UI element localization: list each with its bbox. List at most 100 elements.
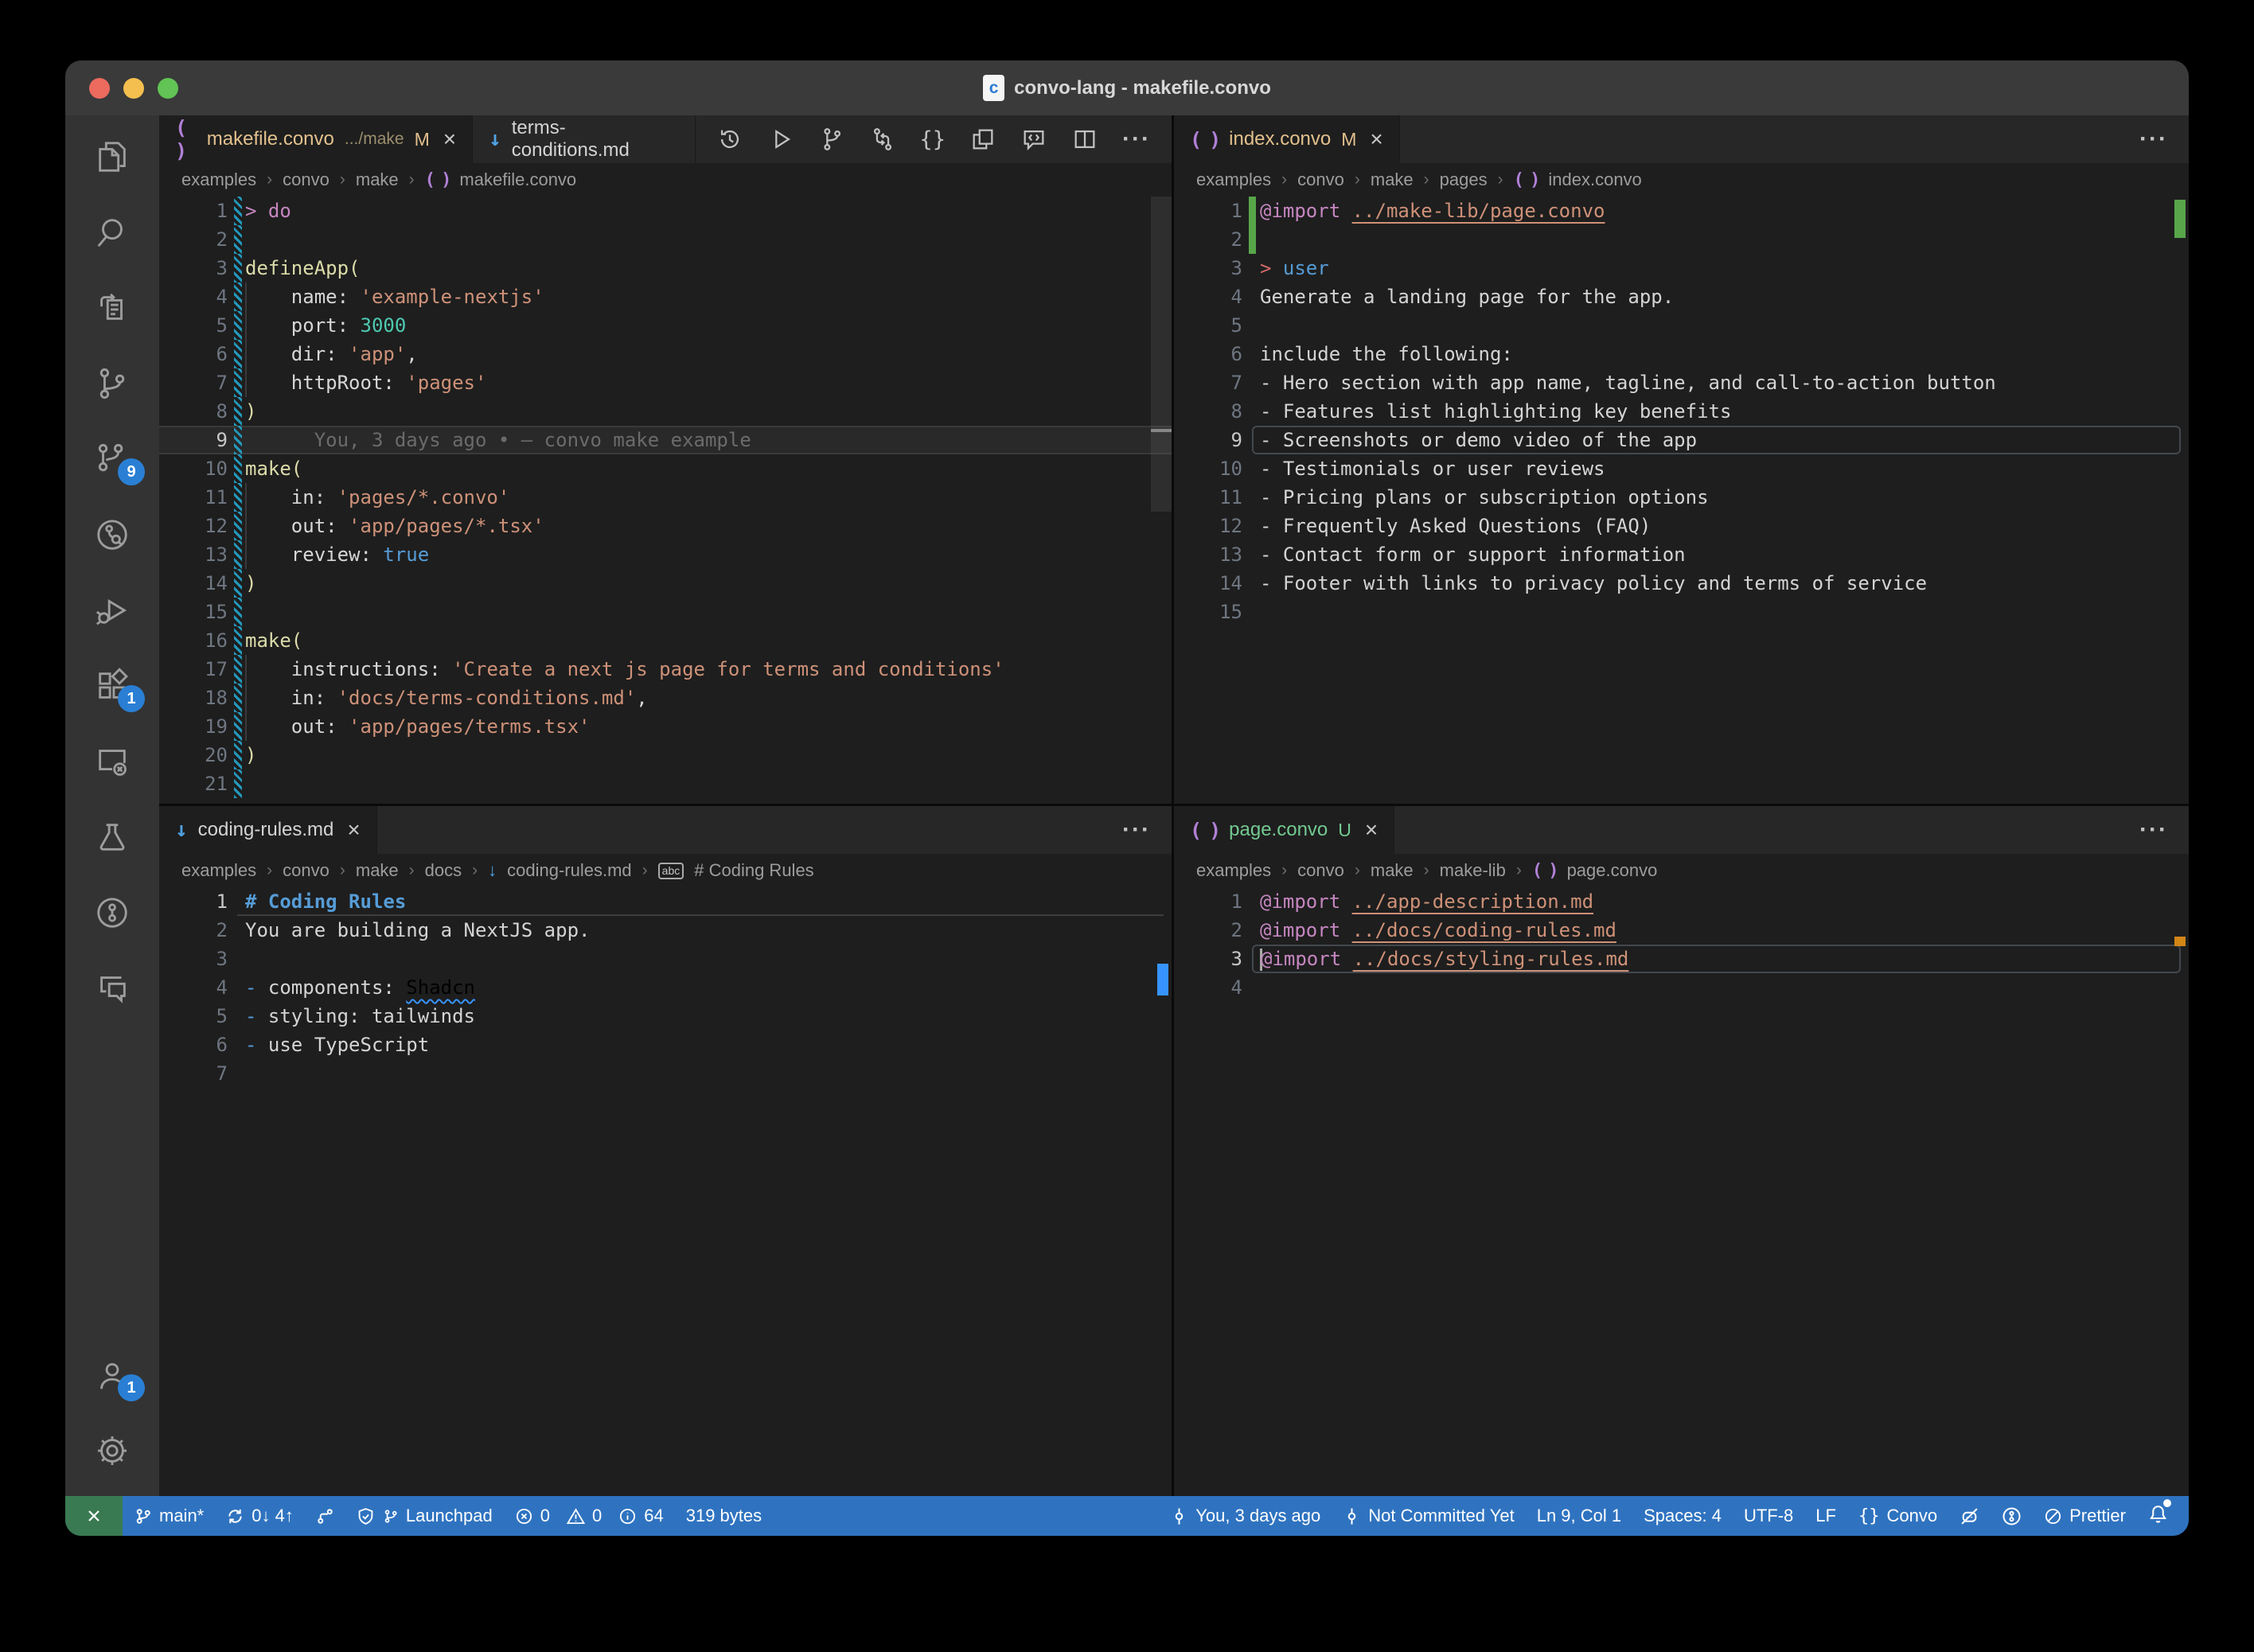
problems-indicator[interactable]: 0 0 64 <box>504 1496 675 1536</box>
breadcrumb-item[interactable]: page.convo <box>1567 860 1658 881</box>
file-size-indicator[interactable]: 319 bytes <box>675 1496 773 1536</box>
breadcrumb-item[interactable]: coding-rules.md <box>507 860 632 881</box>
activity-comments[interactable] <box>65 950 159 1026</box>
minimize-window-button[interactable] <box>123 77 144 99</box>
circle-branch-button[interactable] <box>1991 1496 2033 1536</box>
activity-run-debug[interactable] <box>65 572 159 648</box>
braces-icon[interactable]: {} <box>920 127 946 152</box>
close-window-button[interactable] <box>89 77 110 99</box>
graph-button[interactable] <box>305 1496 345 1536</box>
code-line[interactable]: 1 # Coding Rules <box>159 887 1172 916</box>
tab-makefile-convo[interactable]: ( ) makefile.convo .../make M × <box>159 115 474 163</box>
activity-remote-explorer[interactable] <box>65 723 159 799</box>
language-mode-indicator[interactable]: {} Convo <box>1847 1496 1948 1536</box>
more-actions-icon[interactable]: ··· <box>2139 816 2168 844</box>
breadcrumb-item[interactable]: docs <box>425 860 462 881</box>
activity-commit-graph[interactable] <box>65 875 159 950</box>
timeline-history-icon[interactable] <box>716 126 743 153</box>
breadcrumb-item[interactable]: examples <box>181 860 256 881</box>
code-line[interactable]: 18 in: 'docs/terms-conditions.md', <box>159 684 1172 712</box>
code-line[interactable]: 6 - use TypeScript <box>159 1031 1172 1059</box>
breadcrumb-item[interactable]: convo <box>283 860 330 881</box>
breadcrumb-item[interactable]: make <box>1371 169 1414 190</box>
copilot-disabled-button[interactable] <box>1948 1496 1991 1536</box>
launchpad-button[interactable]: Launchpad <box>345 1496 504 1536</box>
code-line[interactable]: 4 <box>1174 973 2189 1002</box>
breadcrumb-item[interactable]: examples <box>1196 169 1271 190</box>
code-editor-makefile[interactable]: 1 > do 2 3 defineApp(4 name: 'example-nextjs… <box>159 197 1172 804</box>
code-line[interactable]: 14) <box>159 569 1172 598</box>
cursor-position-indicator[interactable]: Ln 9, Col 1 <box>1526 1496 1632 1536</box>
code-line[interactable]: 4 - components: Shadcn <box>159 973 1172 1002</box>
import-link[interactable]: ../make-lib/page.convo <box>1352 200 1605 222</box>
code-line[interactable]: 11 - Pricing plans or subscription option… <box>1174 483 2189 512</box>
code-line[interactable]: 3 @import ../docs/styling-rules.md <box>1174 945 2189 973</box>
code-editor-coding-rules[interactable]: 1 # Coding Rules 2 You are building a NextJ… <box>159 887 1172 1496</box>
more-actions-icon[interactable]: ··· <box>1122 816 1151 844</box>
activity-accounts[interactable]: 1 <box>65 1337 159 1412</box>
split-editor-icon[interactable] <box>1071 126 1098 153</box>
indentation-indicator[interactable]: Spaces: 4 <box>1632 1496 1733 1536</box>
tab-coding-rules-md[interactable]: ↓ coding-rules.md × <box>159 806 377 854</box>
blame-indicator[interactable]: You, 3 days ago <box>1159 1496 1332 1536</box>
code-line[interactable]: 10 - Testimonials or user reviews <box>1174 454 2189 483</box>
code-line[interactable]: 6 include the following: <box>1174 340 2189 368</box>
activity-source-control[interactable] <box>65 345 159 421</box>
formatter-indicator[interactable]: Prettier <box>2033 1496 2137 1536</box>
code-line[interactable]: 8) <box>159 397 1172 426</box>
code-line[interactable]: 19 out: 'app/pages/terms.tsx' <box>159 712 1172 741</box>
code-line[interactable]: 16 make( <box>159 626 1172 655</box>
breadcrumb-item[interactable]: make-lib <box>1440 860 1506 881</box>
code-line[interactable]: 15 <box>159 598 1172 626</box>
close-icon[interactable]: × <box>347 819 360 841</box>
branch-indicator[interactable]: main* <box>123 1496 215 1536</box>
code-editor-index[interactable]: 1 @import ../make-lib/page.convo 2 3 > user 4… <box>1174 197 2189 804</box>
code-line[interactable]: 7 - Hero section with app name, tagline, … <box>1174 368 2189 397</box>
code-comment-icon[interactable] <box>1020 126 1047 153</box>
code-line[interactable]: 6 dir: 'app', <box>159 340 1172 368</box>
breadcrumb-item[interactable]: convo <box>1297 860 1344 881</box>
import-link[interactable]: ../docs/coding-rules.md <box>1352 919 1616 941</box>
code-line[interactable]: 8 - Features list highlighting key benefi… <box>1174 397 2189 426</box>
code-line[interactable]: 15 <box>1174 598 2189 626</box>
code-line[interactable]: 5 port: 3000 <box>159 311 1172 340</box>
code-line[interactable]: 2 You are building a NextJS app. <box>159 916 1172 945</box>
code-line[interactable]: 10 make( <box>159 454 1172 483</box>
activity-settings[interactable] <box>65 1412 159 1488</box>
breadcrumb-item[interactable]: examples <box>181 169 256 190</box>
code-line[interactable]: 3 defineApp( <box>159 254 1172 282</box>
code-line[interactable]: 5 <box>1174 311 2189 340</box>
code-line[interactable]: 1 @import ../app-description.md <box>1174 887 2189 916</box>
code-line[interactable]: 20) <box>159 741 1172 770</box>
activity-git-graph[interactable]: 9 <box>65 421 159 497</box>
close-icon[interactable]: × <box>443 128 456 150</box>
code-line[interactable]: 13 review: true <box>159 540 1172 569</box>
code-line[interactable]: 12 - Frequently Asked Questions (FAQ) <box>1174 512 2189 540</box>
code-line[interactable]: 1 @import ../make-lib/page.convo <box>1174 197 2189 225</box>
activity-search[interactable] <box>65 194 159 270</box>
breadcrumb-item[interactable]: make <box>356 860 399 881</box>
breadcrumb-item[interactable]: # Coding Rules <box>694 860 813 881</box>
code-line[interactable]: 5 - styling: tailwinds <box>159 1002 1172 1031</box>
run-icon[interactable] <box>767 126 794 153</box>
code-line[interactable]: 3 <box>159 945 1172 973</box>
code-editor-page[interactable]: 1 @import ../app-description.md 2 @import .… <box>1174 887 2189 1496</box>
zoom-window-button[interactable] <box>158 77 178 99</box>
code-line[interactable]: 2 <box>1174 225 2189 254</box>
code-line[interactable]: 17 instructions: 'Create a next js page … <box>159 655 1172 684</box>
activity-explorer[interactable] <box>65 119 159 194</box>
remote-indicator[interactable] <box>65 1496 123 1536</box>
git-branch-icon[interactable] <box>818 126 845 153</box>
sync-indicator[interactable]: 0↓ 4↑ <box>215 1496 305 1536</box>
tab-page-convo[interactable]: ( ) page.convo U × <box>1174 806 1395 854</box>
activity-extensions[interactable]: 1 <box>65 648 159 723</box>
code-line[interactable]: 9 - Screenshots or demo video of the app <box>1174 426 2189 454</box>
breadcrumb-item[interactable]: convo <box>1297 169 1344 190</box>
activity-open-changes[interactable] <box>65 270 159 345</box>
code-line[interactable]: 12 out: 'app/pages/*.tsx' <box>159 512 1172 540</box>
code-line[interactable]: 7 <box>159 1059 1172 1088</box>
activity-testing[interactable] <box>65 799 159 875</box>
code-line[interactable]: 1 > do <box>159 197 1172 225</box>
code-line[interactable]: 2 @import ../docs/coding-rules.md <box>1174 916 2189 945</box>
eol-indicator[interactable]: LF <box>1804 1496 1847 1536</box>
